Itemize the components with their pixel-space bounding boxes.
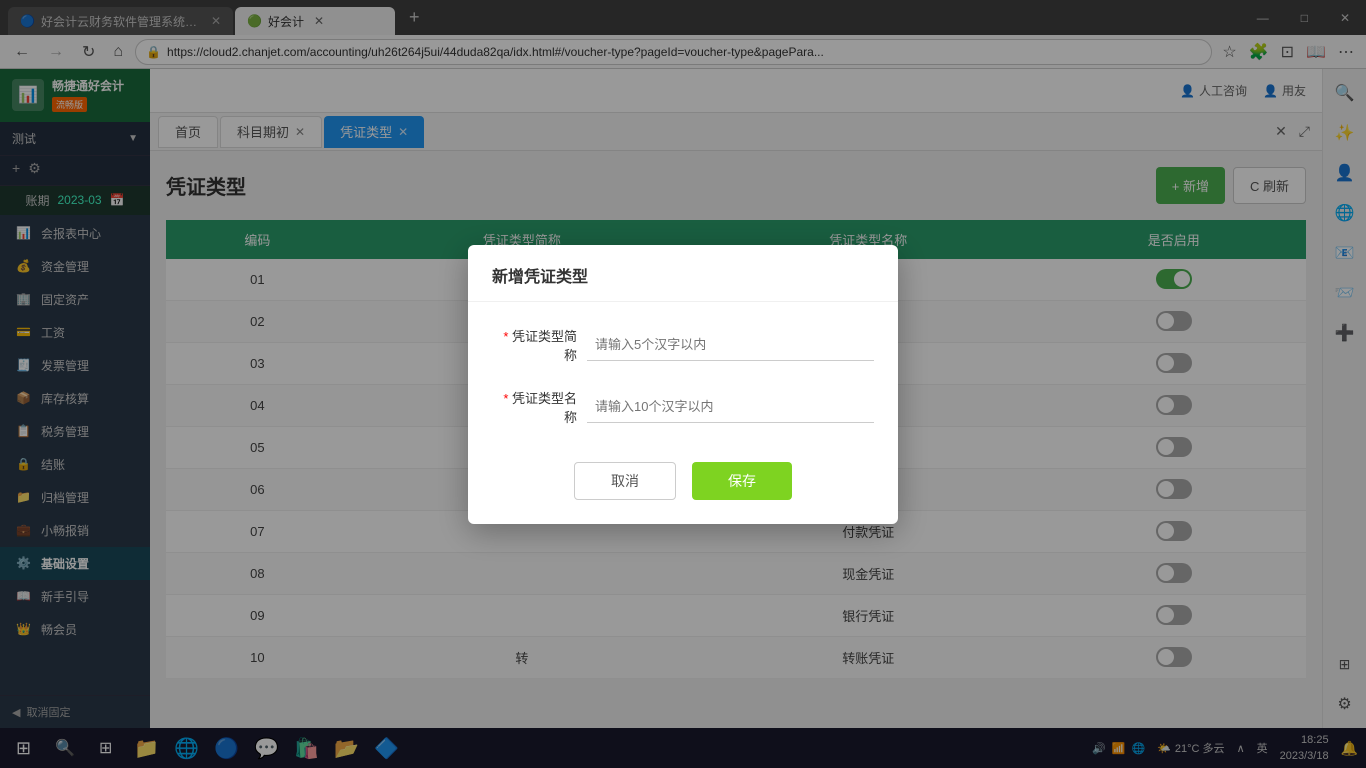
form-row-short: * 凭证类型简称 — [492, 326, 874, 364]
field-short-input[interactable] — [587, 329, 874, 361]
form-row-name: * 凭证类型名称 — [492, 388, 874, 426]
save-button[interactable]: 保存 — [692, 462, 792, 500]
modal-overlay: 新增凭证类型 * 凭证类型简称 * 凭证类型名称 取消 保存 — [0, 0, 1366, 768]
modal-header: 新增凭证类型 — [468, 245, 898, 302]
field-short-label: * 凭证类型简称 — [492, 326, 587, 364]
field-name-input[interactable] — [587, 391, 874, 423]
modal-title: 新增凭证类型 — [492, 263, 588, 287]
modal: 新增凭证类型 * 凭证类型简称 * 凭证类型名称 取消 保存 — [468, 245, 898, 524]
cancel-button[interactable]: 取消 — [574, 462, 676, 500]
modal-body: * 凭证类型简称 * 凭证类型名称 — [468, 302, 898, 450]
field-name-label: * 凭证类型名称 — [492, 388, 587, 426]
modal-footer: 取消 保存 — [468, 450, 898, 524]
